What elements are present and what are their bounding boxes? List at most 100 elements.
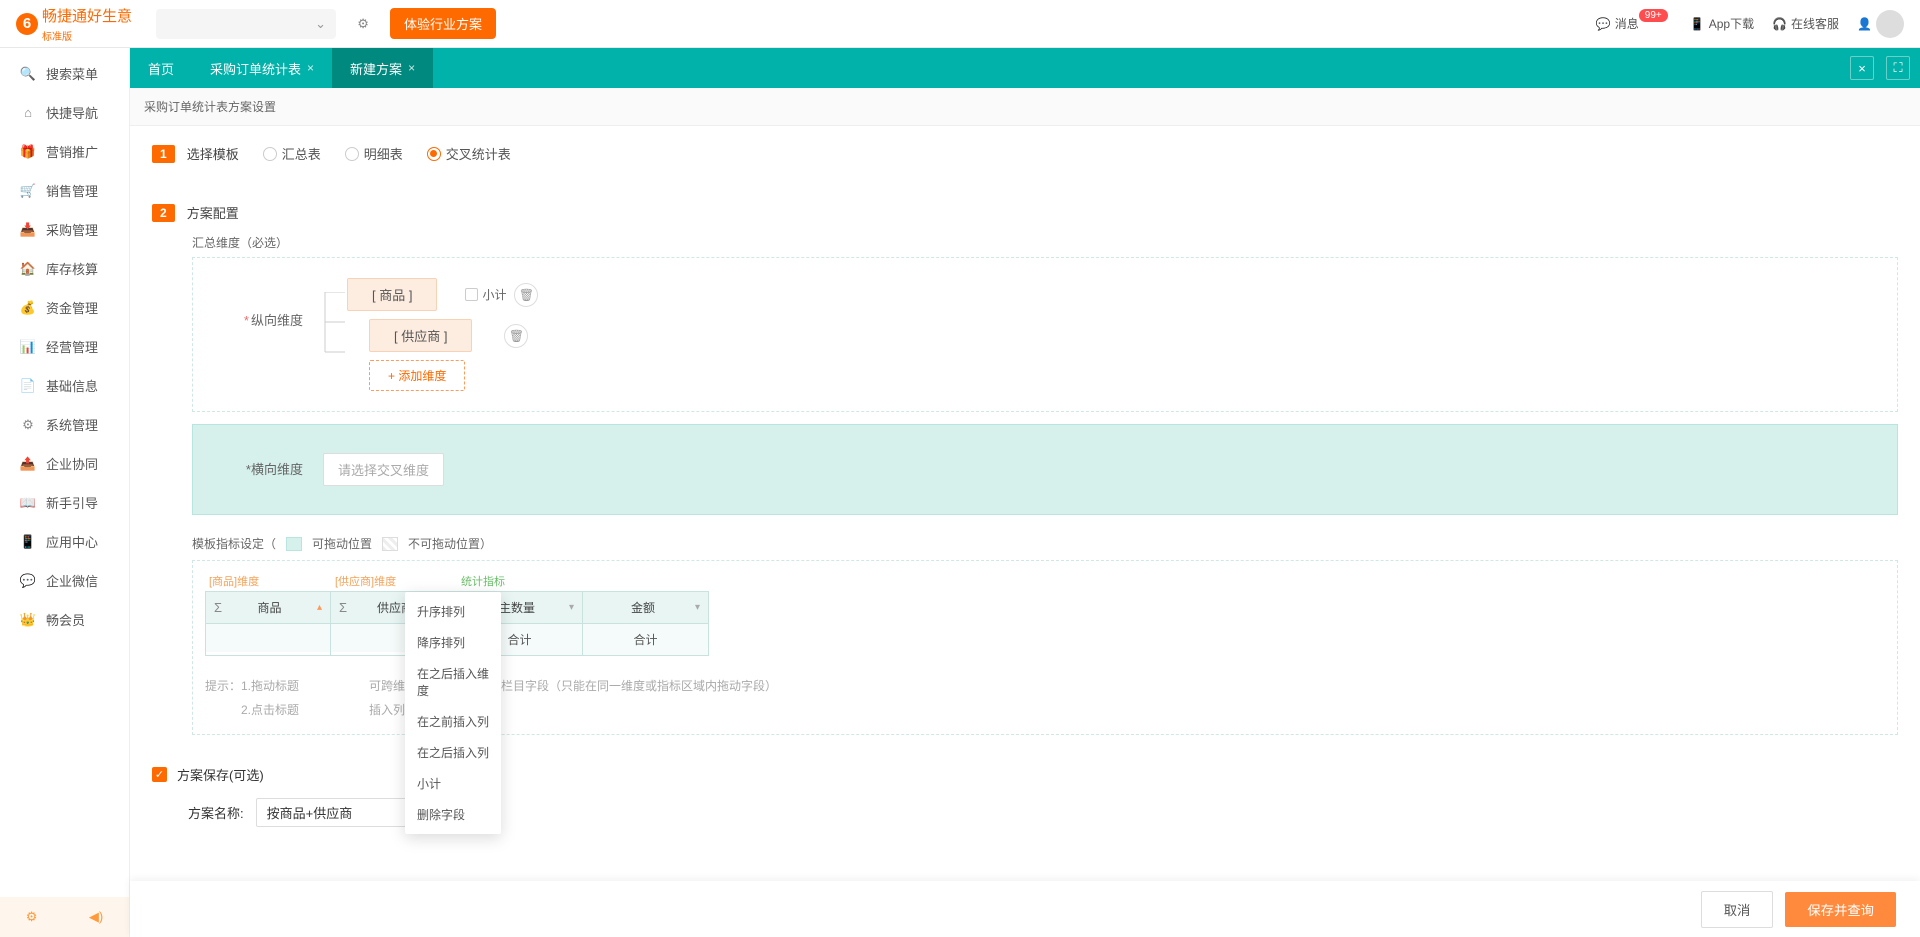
dim-tag-product[interactable]: [ 商品 ] [347, 278, 437, 311]
radio-cross[interactable]: 交叉统计表 [427, 144, 511, 163]
horizontal-dim-frame: *横向维度 请选择交叉维度 [192, 424, 1898, 515]
app-header: 6 畅捷通好生意 标准版 ⌄ ⚙ 体验行业方案 💬 消息 99+ 📱 App下载… [0, 0, 1920, 48]
dim-node-product: [ 商品 ] 小计 🗑 [347, 278, 538, 311]
context-menu-item[interactable]: 删除字段 [405, 799, 501, 830]
tabs-bar: 首页 采购订单统计表 × 新建方案 × × ⛶ [130, 48, 1920, 88]
horizontal-select[interactable]: 请选择交叉维度 [323, 453, 444, 486]
radio-summary[interactable]: 汇总表 [263, 144, 321, 163]
step2-badge: 2 [152, 204, 175, 222]
sidebar-icon: 🎁 [20, 144, 36, 160]
context-menu-item[interactable]: 在之后插入列 [405, 737, 501, 768]
dim-tag-supplier[interactable]: [ 供应商 ] [369, 319, 472, 352]
tab-close-all-icon[interactable]: × [1850, 56, 1874, 80]
step1-title: 选择模板 [187, 144, 239, 163]
save-query-button[interactable]: 保存并查询 [1785, 892, 1896, 927]
avatar [1876, 10, 1904, 38]
messages-link[interactable]: 💬 消息 99+ [1596, 15, 1672, 32]
horizontal-label: *横向维度 [223, 453, 303, 478]
subtotal-checkbox[interactable]: 小计 [465, 286, 506, 303]
step1-row: 1 选择模板 汇总表 明细表 交叉统计表 [152, 144, 1898, 163]
tab-new-plan-label: 新建方案 [350, 59, 402, 78]
sidebar-item-label: 新手引导 [46, 493, 98, 512]
sidebar-item[interactable]: 📖 新手引导 [0, 483, 129, 522]
online-service-label: 在线客服 [1791, 15, 1839, 32]
sidebar-icon: 🛒 [20, 183, 36, 199]
grid-labels: [商品]维度 [供应商]维度 统计指标 [205, 573, 1885, 589]
delete-dim-button[interactable]: 🗑 [514, 283, 538, 307]
sidebar-item-label: 快捷导航 [46, 103, 98, 122]
sidebar-item[interactable]: 👑畅会员 [0, 600, 129, 639]
vertical-dim-frame: *纵向维度 [ 商品 ] 小计 [192, 257, 1898, 412]
online-service-link[interactable]: 🎧 在线客服 [1772, 15, 1839, 32]
sidebar-item[interactable]: 🏠库存核算 [0, 249, 129, 288]
context-menu: 升序排列降序排列在之后插入维度在之前插入列在之后插入列小计删除字段 [405, 592, 501, 834]
sidebar-icon: 📄 [20, 378, 36, 394]
step2-row: 2 方案配置 [152, 203, 1898, 222]
cancel-button[interactable]: 取消 [1701, 891, 1774, 928]
sidebar-icon: 🔍 [20, 66, 36, 82]
sidebar-icon: 📤 [20, 456, 36, 472]
sidebar-item[interactable]: 🎁营销推广 [0, 132, 129, 171]
delete-dim-button[interactable]: 🗑 [504, 324, 528, 348]
sidebar-item[interactable]: ⌂快捷导航 [0, 93, 129, 132]
headset-icon: 🎧 [1772, 17, 1787, 31]
sidebar-item[interactable]: 📤 企业协同 [0, 444, 129, 483]
sidebar-item[interactable]: 💰资金管理 [0, 288, 129, 327]
sidebar-item[interactable]: 💬企业微信 [0, 561, 129, 600]
context-menu-item[interactable]: 升序排列 [405, 596, 501, 627]
add-dimension-button[interactable]: + 添加维度 [369, 360, 465, 391]
sidebar: 🔍 搜索菜单 ⌂快捷导航🎁营销推广🛒销售管理📥采购管理🏠库存核算💰资金管理📊经营管理… [0, 48, 130, 937]
close-icon[interactable]: × [408, 61, 415, 75]
chevron-down-icon: ⌄ [315, 16, 326, 32]
message-icon: 💬 [1596, 17, 1611, 31]
content: 采购订单统计表方案设置 1 选择模板 汇总表 明细表 交叉统计表 2 方案配 [130, 88, 1920, 937]
settings-icon[interactable]: ⚙ [348, 9, 378, 39]
sidebar-item-label: 采购管理 [46, 220, 98, 239]
add-dim-row: + 添加维度 [369, 360, 538, 391]
fullscreen-icon[interactable]: ⛶ [1886, 56, 1910, 80]
sidebar-icon: 📊 [20, 339, 36, 355]
radio-detail[interactable]: 明细表 [345, 144, 403, 163]
collapse-icon[interactable]: ◀) [89, 909, 103, 925]
context-menu-item[interactable]: 在之前插入列 [405, 706, 501, 737]
footer-bar: 取消 保存并查询 [130, 881, 1920, 937]
trial-button[interactable]: 体验行业方案 [390, 8, 496, 39]
org-dropdown[interactable]: ⌄ [156, 9, 336, 39]
settings-collapse-icon[interactable]: ⚙ [26, 909, 38, 925]
user-menu[interactable]: 👤 [1857, 10, 1904, 38]
tab-stats[interactable]: 采购订单统计表 × [192, 48, 332, 88]
sidebar-item-label: 搜索菜单 [46, 64, 98, 83]
sidebar-item[interactable]: 🛒销售管理 [0, 171, 129, 210]
step1-badge: 1 [152, 145, 175, 163]
sidebar-item-label: 系统管理 [46, 415, 98, 434]
sidebar-item-label: 应用中心 [46, 532, 98, 551]
sidebar-icon: 🏠 [20, 261, 36, 277]
save-checkbox[interactable]: ✓ [152, 767, 167, 782]
step2-title: 方案配置 [187, 203, 239, 222]
vertical-label: *纵向维度 [223, 278, 303, 329]
sidebar-item[interactable]: 🔍 搜索菜单 [0, 54, 129, 93]
grid-head-amount[interactable]: 金额 ▾ [583, 592, 708, 624]
radio-summary-label: 汇总表 [282, 144, 321, 163]
grid-head-product[interactable]: Σ 商品 ▴ [206, 592, 330, 624]
sidebar-icon: 📖 [20, 495, 36, 511]
context-menu-item[interactable]: 在之后插入维度 [405, 658, 501, 706]
sidebar-item[interactable]: 📥采购管理 [0, 210, 129, 249]
sidebar-item[interactable]: ⚙系统管理 [0, 405, 129, 444]
close-icon[interactable]: × [307, 61, 314, 75]
context-menu-item[interactable]: 小计 [405, 768, 501, 799]
sidebar-item[interactable]: 📊经营管理 [0, 327, 129, 366]
sidebar-item[interactable]: 📄 基础信息 [0, 366, 129, 405]
grid-col-amount: 金额 ▾ 合计 [583, 591, 709, 656]
indicator-legend: 模板指标设定（ 可拖动位置 不可拖动位置） [192, 535, 1898, 552]
sidebar-item-label: 企业协同 [46, 454, 98, 473]
tab-home[interactable]: 首页 [130, 48, 192, 88]
sidebar-item-label: 基础信息 [46, 376, 98, 395]
context-menu-item[interactable]: 降序排列 [405, 627, 501, 658]
user-icon: 👤 [1857, 17, 1872, 31]
app-download-label: App下载 [1709, 15, 1754, 32]
app-download-link[interactable]: 📱 App下载 [1690, 15, 1754, 32]
tab-new-plan[interactable]: 新建方案 × [332, 48, 433, 88]
sidebar-item[interactable]: 📱应用中心 [0, 522, 129, 561]
dim-section-title: 汇总维度（必选） [192, 234, 1898, 251]
